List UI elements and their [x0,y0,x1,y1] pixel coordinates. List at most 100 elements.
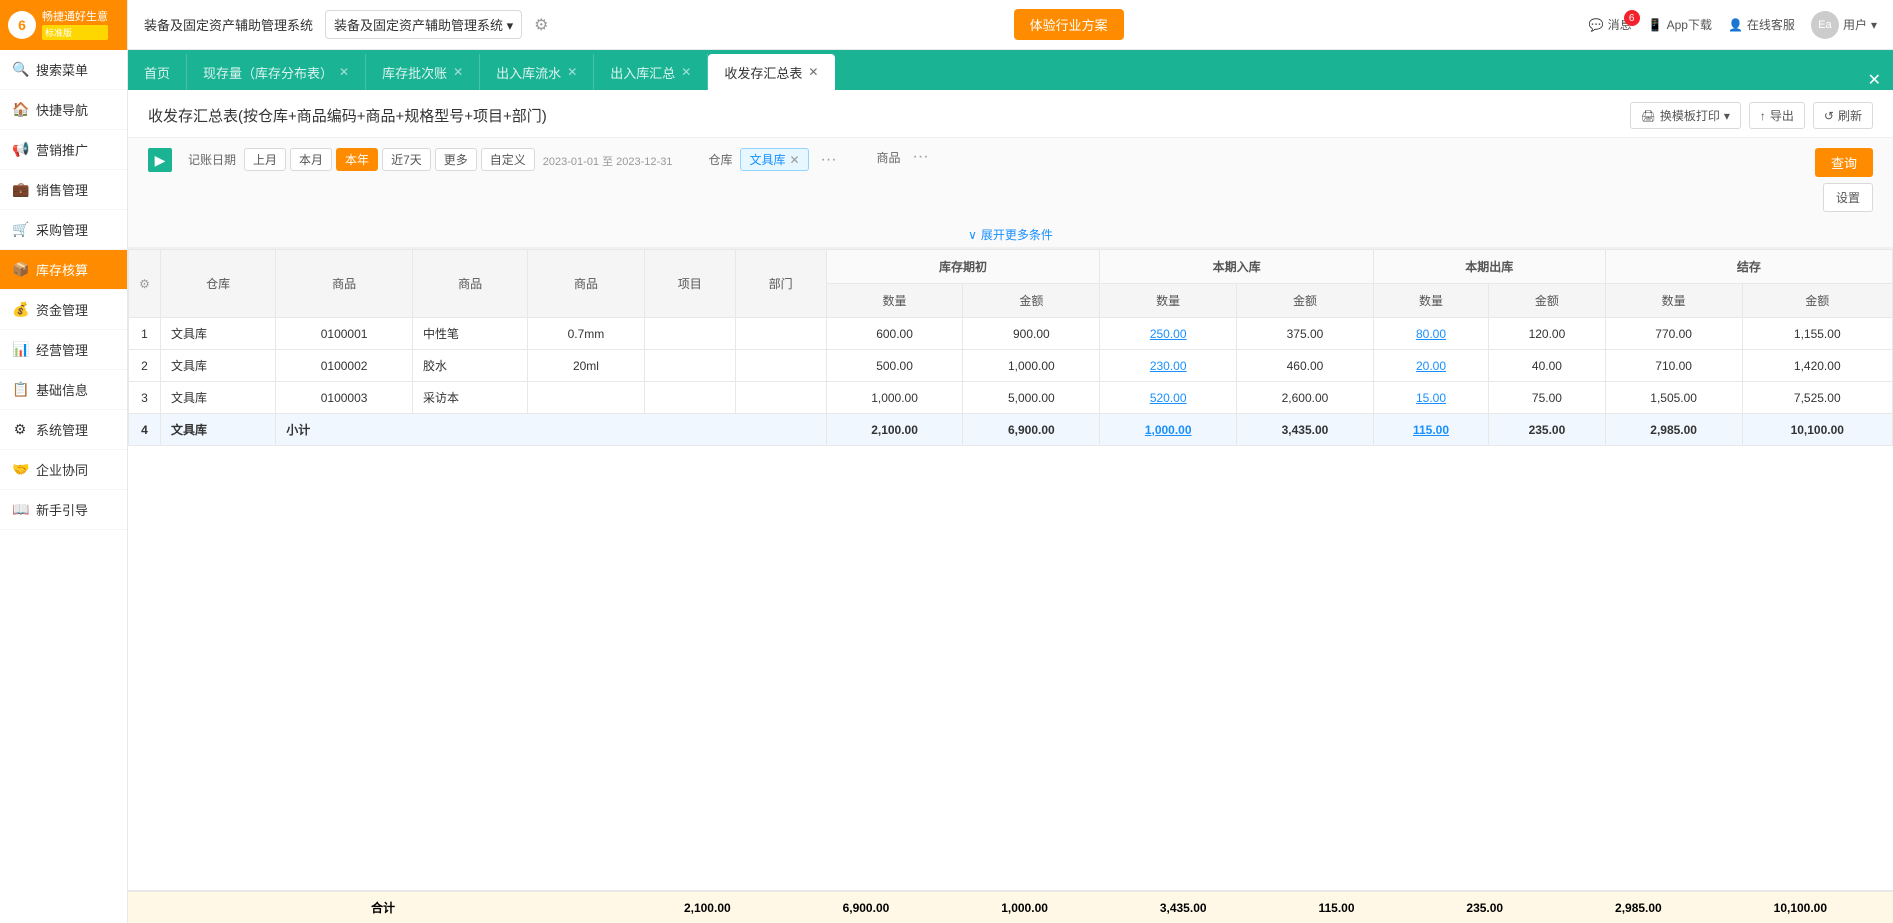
user-item[interactable]: Ea 用户 ▾ [1811,11,1877,39]
expand-more-btn[interactable]: ∨ 展开更多条件 [128,222,1893,248]
row-out-qty[interactable]: 80.00 [1373,318,1488,350]
close-tab-icon[interactable]: ✕ [808,65,818,79]
settings-icon[interactable]: ⚙ [534,15,548,35]
sidebar-item-资金管理[interactable]: 💰资金管理 [0,290,127,330]
sidebar-item-企业协同[interactable]: 🤝企业协同 [0,450,127,490]
date-custom[interactable]: 自定义 [481,148,535,171]
logo-badge: 标准版 [42,25,108,40]
row-out-amt: 40.00 [1489,350,1606,382]
close-all-tabs[interactable]: ✕ [1856,70,1893,90]
template-print-button[interactable]: 🖨 换模板打印 ▾ [1630,102,1741,129]
footer-opening-qty: 2,100.00 [684,901,731,915]
tabs-bar: 首页现存量（库存分布表）✕库存批次账✕出入库流水✕出入库汇总✕收发存汇总表✕ ✕ [128,50,1893,90]
date-cur-month[interactable]: 本月 [290,148,332,171]
row-in-amt: 2,600.00 [1237,382,1374,414]
tab-5[interactable]: 收发存汇总表✕ [708,54,835,90]
messages-item[interactable]: 💬 消息 6 [1589,16,1632,33]
refresh-button[interactable]: ↺ 刷新 [1813,102,1873,129]
sub-no: 4 [129,414,161,446]
warehouse-more[interactable]: ··· [817,151,841,169]
close-tab-icon[interactable]: ✕ [453,65,463,79]
row-bal-amt: 1,420.00 [1742,350,1892,382]
date-cur-year[interactable]: 本年 [336,148,378,171]
tabs-container: 首页现存量（库存分布表）✕库存批次账✕出入库流水✕出入库汇总✕收发存汇总表✕ [128,54,1856,90]
nav-icon: 📦 [12,261,28,278]
system-selector[interactable]: 装备及固定资产辅助管理系统 ▾ [325,10,522,39]
nav-icon: 🤝 [12,461,28,478]
row-out-qty[interactable]: 20.00 [1373,350,1488,382]
row-in-qty[interactable]: 230.00 [1100,350,1237,382]
row-out-qty[interactable]: 15.00 [1373,382,1488,414]
trial-button[interactable]: 体验行业方案 [1014,9,1124,40]
footer-in-qty: 1,000.00 [1001,901,1048,915]
close-tab-icon[interactable]: ✕ [681,65,691,79]
close-tab-icon[interactable]: ✕ [567,65,577,79]
settings-button[interactable]: 设置 [1823,183,1873,212]
sub-bal-qty: 2,985.00 [1605,414,1742,446]
row-project [644,382,735,414]
filter-expand-toggle[interactable]: ▶ [148,148,172,172]
sidebar-item-经营管理[interactable]: 📊经营管理 [0,330,127,370]
export-button[interactable]: ↑ 导出 [1749,102,1805,129]
warehouse-label: 仓库 [708,151,732,168]
refresh-icon: ↺ [1824,109,1834,123]
nav-label: 新手引导 [36,500,88,519]
row-in-qty[interactable]: 520.00 [1100,382,1237,414]
row-no: 3 [129,382,161,414]
col-spec-header: 商品 [528,250,645,318]
chevron-down-icon: ∨ [968,228,977,242]
date-more[interactable]: 更多 [435,148,477,171]
nav-label: 搜索菜单 [36,60,88,79]
col-bal-qty: 数量 [1605,284,1742,318]
sidebar-item-销售管理[interactable]: 💼销售管理 [0,170,127,210]
data-table: ⚙ 仓库 商品 商品 商品 项目 部门 库存期初 本期入库 本期出库 结存 数量 [128,249,1893,446]
logo-icon: 6 [8,11,36,39]
sidebar-item-系统管理[interactable]: ⚙系统管理 [0,410,127,450]
sidebar-item-营销推广[interactable]: 📢营销推广 [0,130,127,170]
row-bal-qty: 710.00 [1605,350,1742,382]
tab-0[interactable]: 首页 [128,54,187,90]
footer-in-amt: 3,435.00 [1160,901,1207,915]
date-7days[interactable]: 近7天 [382,148,431,171]
row-spec: 0.7mm [528,318,645,350]
col-out-header: 本期出库 [1373,250,1605,284]
date-prev-month[interactable]: 上月 [244,148,286,171]
nav-label: 营销推广 [36,140,88,159]
col-name-header: 商品 [413,250,528,318]
sidebar-item-新手引导[interactable]: 📖新手引导 [0,490,127,530]
online-service-item[interactable]: 👤 在线客服 [1728,16,1795,33]
print-icon: 🖨 [1641,109,1656,123]
sidebar-item-库存核算[interactable]: 📦库存核算 [0,250,127,290]
close-tab-icon[interactable]: ✕ [339,65,349,79]
sidebar-nav: 🔍搜索菜单🏠快捷导航📢营销推广💼销售管理🛒采购管理📦库存核算💰资金管理📊经营管理… [0,50,127,530]
remove-warehouse-tag[interactable]: ✕ [789,153,799,167]
tab-4[interactable]: 出入库汇总✕ [594,54,708,90]
row-opening-amt: 900.00 [963,318,1100,350]
tab-2[interactable]: 库存批次账✕ [366,54,480,90]
row-spec: 20ml [528,350,645,382]
row-in-qty[interactable]: 250.00 [1100,318,1237,350]
row-dept [735,318,826,350]
sidebar-item-快捷导航[interactable]: 🏠快捷导航 [0,90,127,130]
sidebar-item-采购管理[interactable]: 🛒采购管理 [0,210,127,250]
sub-out-qty[interactable]: 115.00 [1373,414,1488,446]
tab-label: 现存量（库存分布表） [203,63,333,82]
col-opening-qty: 数量 [826,284,963,318]
phone-icon: 📱 [1648,18,1663,32]
nav-label: 资金管理 [36,300,88,319]
tab-1[interactable]: 现存量（库存分布表） ✕ [187,54,366,90]
col-settings[interactable]: ⚙ [129,250,161,318]
app-download-item[interactable]: 📱 App下载 [1648,16,1712,33]
sub-opening-amt: 6,900.00 [963,414,1100,446]
col-warehouse-header: 仓库 [161,250,276,318]
sidebar-item-基础信息[interactable]: 📋基础信息 [0,370,127,410]
subtotal-row: 4 文具库 小计 2,100.00 6,900.00 1,000.00 3,43… [129,414,1893,446]
goods-more[interactable]: ··· [909,148,933,166]
row-opening-qty: 600.00 [826,318,963,350]
tab-3[interactable]: 出入库流水✕ [480,54,594,90]
query-button[interactable]: 查询 [1815,148,1873,177]
sub-in-qty[interactable]: 1,000.00 [1100,414,1237,446]
col-out-qty: 数量 [1373,284,1488,318]
row-name: 胶水 [413,350,528,382]
sidebar-item-搜索菜单[interactable]: 🔍搜索菜单 [0,50,127,90]
